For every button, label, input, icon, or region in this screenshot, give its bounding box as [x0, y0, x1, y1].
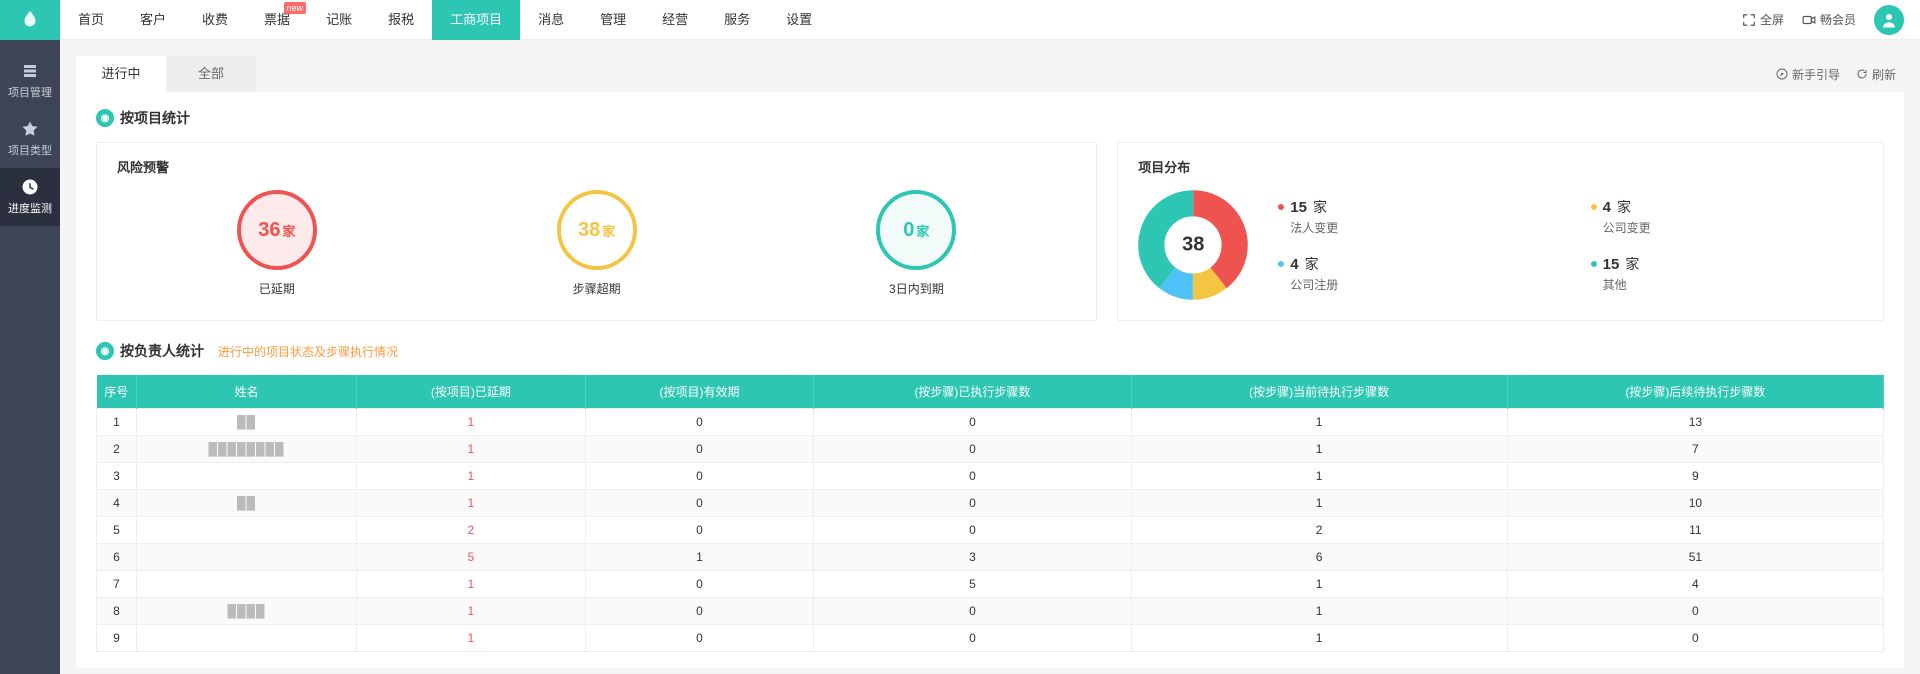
col-2: (按项目)已延期: [357, 375, 586, 409]
donut-chart: 38: [1138, 190, 1248, 300]
sidebar-item-1[interactable]: 项目类型: [0, 110, 60, 168]
col-0: 序号: [97, 375, 137, 409]
distribution-panel: 项目分布 38 15家法人变更 4家公司变更 4家公司注册 15家其他: [1117, 142, 1884, 321]
table-row[interactable]: 2████████10017: [97, 436, 1884, 463]
person-stats-title: ◉ 按负责人统计 进行中的项目状态及步骤执行情况: [96, 341, 1884, 361]
person-icon: ◉: [96, 342, 114, 360]
topnav-item-9[interactable]: 经营: [644, 0, 706, 40]
guide-label: 新手引导: [1792, 66, 1840, 83]
topnav-item-4[interactable]: 记账: [308, 0, 370, 40]
sidebar-item-2[interactable]: 进度监测: [0, 168, 60, 226]
fullscreen-button[interactable]: 全屏: [1742, 11, 1784, 28]
compass-icon: [1776, 68, 1788, 80]
topnav-item-1[interactable]: 客户: [122, 0, 184, 40]
donut-total: 38: [1182, 234, 1204, 257]
topnav-item-2[interactable]: 收费: [184, 0, 246, 40]
risk-item-0[interactable]: 36家已延期: [237, 190, 317, 297]
col-4: (按步骤)已执行步骤数: [814, 375, 1131, 409]
topnav-item-7[interactable]: 消息: [520, 0, 582, 40]
tab-1[interactable]: 全部: [166, 56, 256, 92]
top-nav: 首页客户收费票据new记账报税工商项目消息管理经营服务设置: [60, 0, 830, 39]
logo-icon: [19, 9, 41, 31]
risk-title: 风险预警: [117, 157, 1076, 176]
topnav-item-3[interactable]: 票据new: [246, 0, 308, 40]
sidebar-item-0[interactable]: 项目管理: [0, 52, 60, 110]
table-row[interactable]: 5200211: [97, 517, 1884, 544]
col-6: (按步骤)后续待执行步骤数: [1507, 375, 1883, 409]
topnav-item-5[interactable]: 报税: [370, 0, 432, 40]
app-logo[interactable]: [0, 0, 60, 40]
stats-icon: ◉: [96, 109, 114, 127]
legend-item-3[interactable]: 15家其他: [1591, 254, 1863, 293]
member-button[interactable]: 畅会员: [1802, 11, 1856, 28]
risk-panel: 风险预警 36家已延期 38家步骤超期 0家3日内到期: [96, 142, 1097, 321]
topnav-item-10[interactable]: 服务: [706, 0, 768, 40]
table-row[interactable]: 310019: [97, 463, 1884, 490]
table-row[interactable]: 6513651: [97, 544, 1884, 571]
table-row[interactable]: 4██100110: [97, 490, 1884, 517]
sidebar: 项目管理项目类型进度监测: [0, 40, 60, 674]
col-5: (按步骤)当前待执行步骤数: [1131, 375, 1507, 409]
risk-item-1[interactable]: 38家步骤超期: [557, 190, 637, 297]
tab-0[interactable]: 进行中: [76, 56, 166, 92]
person-stats-table: 序号姓名(按项目)已延期(按项目)有效期(按步骤)已执行步骤数(按步骤)当前待执…: [96, 375, 1884, 652]
topbar-right: 全屏 畅会员: [1742, 5, 1920, 35]
topnav-item-6[interactable]: 工商项目: [432, 0, 520, 40]
video-icon: [1802, 13, 1816, 27]
content: 进行中全部 新手引导 刷新 ◉ 按项目统计 风险预警 36家: [60, 40, 1920, 674]
legend-item-1[interactable]: 4家公司变更: [1591, 197, 1863, 236]
col-1: 姓名: [137, 375, 357, 409]
refresh-label: 刷新: [1872, 66, 1896, 83]
fullscreen-icon: [1742, 13, 1756, 27]
distribution-title: 项目分布: [1138, 157, 1863, 176]
table-row[interactable]: 710514: [97, 571, 1884, 598]
sidebar-icon-0: [21, 62, 39, 80]
new-badge: new: [284, 2, 307, 14]
topnav-item-0[interactable]: 首页: [60, 0, 122, 40]
table-row[interactable]: 910010: [97, 625, 1884, 652]
legend-item-0[interactable]: 15家法人变更: [1278, 197, 1550, 236]
table-row[interactable]: 1██100113: [97, 409, 1884, 436]
sidebar-icon-2: [21, 178, 39, 196]
table-row[interactable]: 8████10010: [97, 598, 1884, 625]
topnav-item-8[interactable]: 管理: [582, 0, 644, 40]
fullscreen-label: 全屏: [1760, 11, 1784, 28]
legend-item-2[interactable]: 4家公司注册: [1278, 254, 1550, 293]
person-stats-subtitle: 进行中的项目状态及步骤执行情况: [218, 343, 398, 360]
avatar[interactable]: [1874, 5, 1904, 35]
risk-item-2[interactable]: 0家3日内到期: [876, 190, 956, 297]
refresh-icon: [1856, 68, 1868, 80]
topbar: 首页客户收费票据new记账报税工商项目消息管理经营服务设置 全屏 畅会员: [0, 0, 1920, 40]
tab-bar: 进行中全部 新手引导 刷新: [76, 56, 1904, 92]
user-icon: [1880, 11, 1898, 29]
member-label: 畅会员: [1820, 11, 1856, 28]
refresh-button[interactable]: 刷新: [1856, 66, 1896, 83]
topnav-item-11[interactable]: 设置: [768, 0, 830, 40]
col-3: (按项目)有效期: [585, 375, 814, 409]
guide-button[interactable]: 新手引导: [1776, 66, 1840, 83]
project-stats-title: ◉ 按项目统计: [96, 108, 1884, 128]
sidebar-icon-1: [21, 120, 39, 138]
